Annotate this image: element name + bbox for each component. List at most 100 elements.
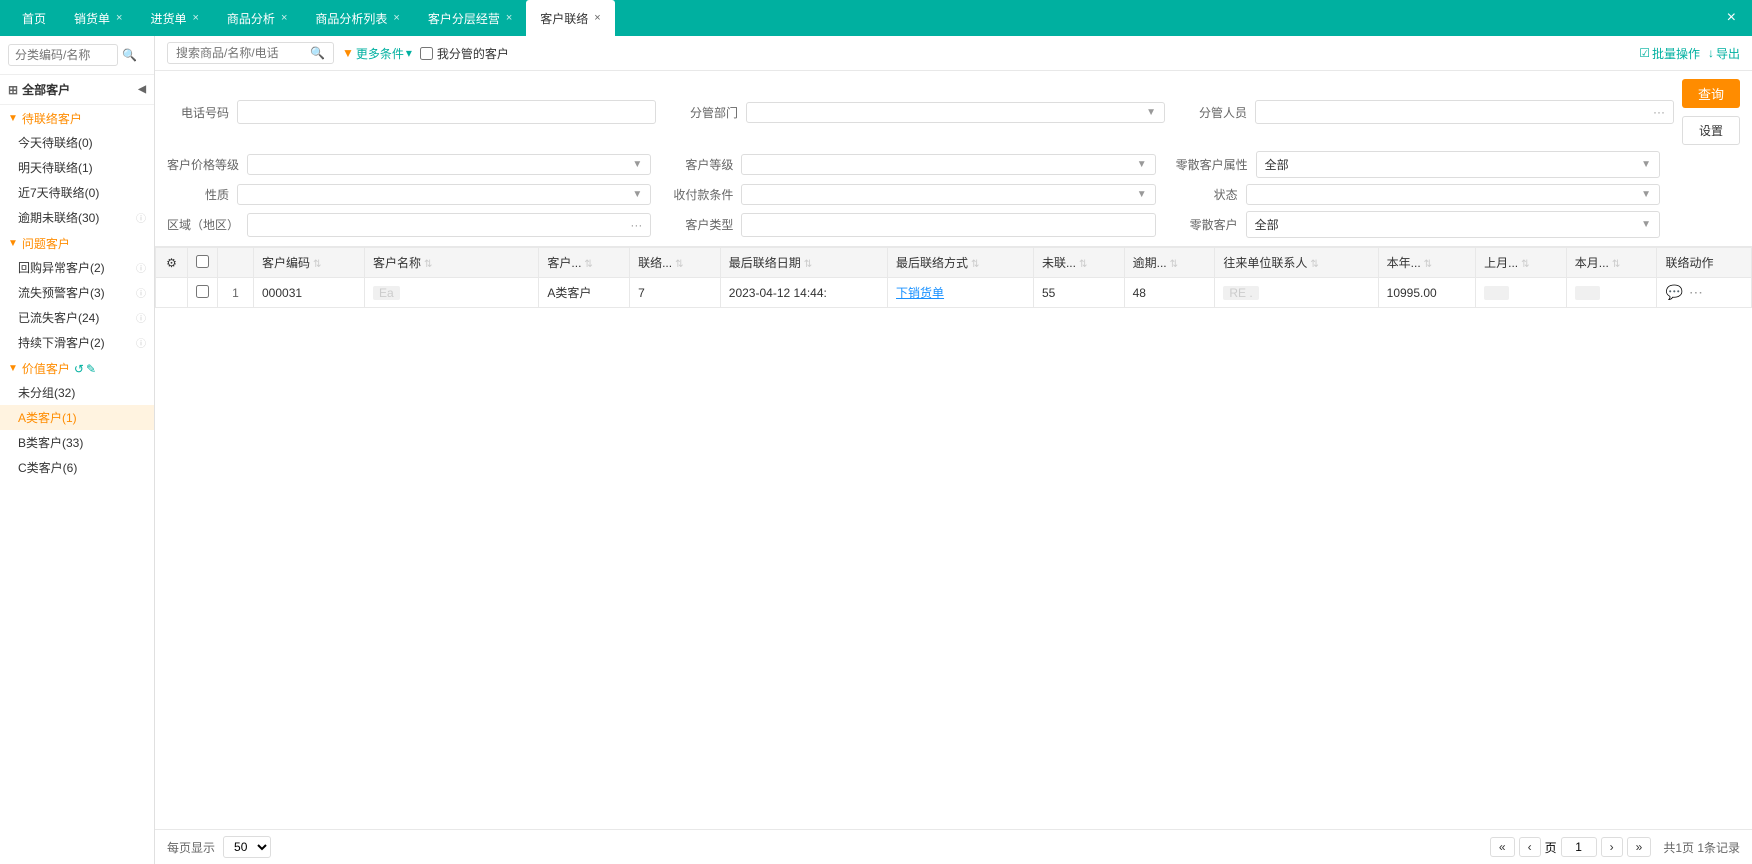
contact-icon[interactable]: 💬 xyxy=(1665,284,1682,301)
sidebar-item-b-class[interactable]: B类客户(33) xyxy=(0,430,154,455)
th-last-method[interactable]: 最后联络方式⇅ xyxy=(888,248,1034,278)
setting-btn[interactable]: 设置 xyxy=(1682,116,1740,145)
page-input[interactable] xyxy=(1561,837,1597,857)
th-this-month[interactable]: 本月...⇅ xyxy=(1566,248,1657,278)
sidebar-item-today[interactable]: 今天待联络(0) xyxy=(0,130,154,155)
sidebar-all-customers[interactable]: ⊞ 全部客户 ◀ xyxy=(0,75,154,105)
select-region[interactable]: ··· xyxy=(247,213,651,237)
sort-code[interactable]: ⇅ xyxy=(313,259,321,270)
select-status[interactable]: ▼ xyxy=(1246,184,1660,205)
last-page-btn[interactable]: » xyxy=(1627,837,1652,857)
th-gear[interactable]: ⚙ xyxy=(156,248,188,278)
th-type[interactable]: 客户...⇅ xyxy=(539,248,630,278)
row-checkbox[interactable] xyxy=(196,285,209,298)
select-scatter-attr[interactable]: 全部▼ xyxy=(1256,151,1660,178)
select-payment[interactable]: ▼ xyxy=(741,184,1155,205)
sidebar-item-churned[interactable]: 已流失客户(24) ⓘ xyxy=(0,305,154,330)
sidebar-item-repurchase[interactable]: 回购异常客户(2) ⓘ xyxy=(0,255,154,280)
adv-filter-panel: 电话号码 分管部门 ▼ 分管人员 ··· 查询 设置 xyxy=(155,71,1752,247)
edit-value-icon[interactable]: ✎ xyxy=(86,362,96,376)
sort-type[interactable]: ⇅ xyxy=(584,259,592,270)
input-cust-type[interactable] xyxy=(741,213,1155,237)
select-customer-level[interactable]: ▼ xyxy=(741,154,1155,175)
refresh-value-icon[interactable]: ↺ xyxy=(74,362,84,376)
first-page-btn[interactable]: « xyxy=(1490,837,1515,857)
sidebar-item-churn-warn[interactable]: 流失预警客户(3) ⓘ xyxy=(0,280,154,305)
nav-customer-tier[interactable]: 客户分层经营 × xyxy=(414,0,526,36)
th-no-contact[interactable]: 未联...⇅ xyxy=(1033,248,1124,278)
td-num: 1 xyxy=(218,278,254,308)
arrow-value: ▼ xyxy=(8,363,18,374)
query-btn[interactable]: 查询 xyxy=(1682,79,1740,108)
th-last-date[interactable]: 最后联络日期⇅ xyxy=(720,248,887,278)
select-price-level[interactable]: ▼ xyxy=(247,154,651,175)
close-goods-list[interactable]: × xyxy=(393,12,399,24)
th-unit-contact[interactable]: 往来单位联系人⇅ xyxy=(1215,248,1378,278)
close-customer-tier[interactable]: × xyxy=(506,12,512,24)
sort-last-date[interactable]: ⇅ xyxy=(804,259,812,270)
sort-no-contact[interactable]: ⇅ xyxy=(1079,259,1087,270)
td-name: Ea xyxy=(365,278,539,308)
nav-goods-list[interactable]: 商品分析列表 × xyxy=(301,0,413,36)
sidebar-item-a-class[interactable]: A类客户(1) xyxy=(0,405,154,430)
sort-contact[interactable]: ⇅ xyxy=(675,259,683,270)
close-purchase[interactable]: × xyxy=(192,12,198,24)
th-overdue[interactable]: 逾期...⇅ xyxy=(1124,248,1215,278)
sidebar-group-pending[interactable]: ▼ 待联络客户 xyxy=(0,105,154,130)
filter-icon: ▼ xyxy=(342,46,354,60)
export-btn[interactable]: ↓ 导出 xyxy=(1708,45,1740,62)
td-code: 000031 xyxy=(254,278,365,308)
sort-name[interactable]: ⇅ xyxy=(424,259,432,270)
sidebar-item-ungrouped[interactable]: 未分组(32) xyxy=(0,380,154,405)
sort-unit-contact[interactable]: ⇅ xyxy=(1310,259,1318,270)
more-action-icon[interactable]: ⋯ xyxy=(1689,284,1703,301)
select-dept[interactable]: ▼ xyxy=(746,102,1165,123)
pagination: « ‹ 页 › » 共1页 1条记录 xyxy=(1490,837,1740,857)
sort-this-year[interactable]: ⇅ xyxy=(1424,259,1432,270)
th-contact[interactable]: 联络...⇅ xyxy=(630,248,721,278)
field-payment: 收付款条件 ▼ xyxy=(671,184,1155,205)
sidebar-group-problem[interactable]: ▼ 问题客户 xyxy=(0,230,154,255)
sidebar-search-icon[interactable]: 🔍 xyxy=(122,48,137,62)
sidebar-group-value[interactable]: ▼ 价值客户 ↺ ✎ xyxy=(0,355,154,380)
sort-overdue[interactable]: ⇅ xyxy=(1170,259,1178,270)
field-customer-level: 客户等级 ▼ xyxy=(671,154,1155,175)
batch-op-btn[interactable]: ☑ 批量操作 xyxy=(1639,45,1700,62)
sidebar-item-declining[interactable]: 持续下滑客户(2) ⓘ xyxy=(0,330,154,355)
th-this-year[interactable]: 本年...⇅ xyxy=(1378,248,1475,278)
close-all-tabs[interactable]: × xyxy=(1719,9,1744,27)
sidebar-item-7days[interactable]: 近7天待联络(0) xyxy=(0,180,154,205)
th-last-month[interactable]: 上月...⇅ xyxy=(1476,248,1567,278)
filter-search-icon[interactable]: 🔍 xyxy=(310,46,325,60)
my-customers-checkbox[interactable] xyxy=(420,47,433,60)
collapse-icon[interactable]: ◀ xyxy=(138,84,146,95)
select-nature[interactable]: ▼ xyxy=(237,184,651,205)
close-sales[interactable]: × xyxy=(116,12,122,24)
th-name[interactable]: 客户名称⇅ xyxy=(365,248,539,278)
nav-home[interactable]: 首页 xyxy=(8,0,60,36)
sort-last-method[interactable]: ⇅ xyxy=(971,259,979,270)
sidebar-item-overdue[interactable]: 逾期未联络(30) ⓘ xyxy=(0,205,154,230)
filter-more-btn[interactable]: ▼ 更多条件 ▾ xyxy=(342,45,412,62)
page-size-select[interactable]: 50 xyxy=(223,836,271,858)
sidebar-search-input[interactable] xyxy=(8,44,118,66)
select-scatter[interactable]: 全部▼ xyxy=(1246,211,1660,238)
filter-search-input[interactable] xyxy=(176,46,306,60)
last-method-link[interactable]: 下销货单 xyxy=(896,286,944,300)
sidebar-item-c-class[interactable]: C类客户(6) xyxy=(0,455,154,480)
sort-last-month[interactable]: ⇅ xyxy=(1521,259,1529,270)
nav-sales[interactable]: 销货单 × xyxy=(60,0,136,36)
sort-this-month[interactable]: ⇅ xyxy=(1612,259,1620,270)
select-all-checkbox[interactable] xyxy=(196,255,209,268)
close-customer-contact[interactable]: × xyxy=(594,12,600,24)
sidebar-item-tomorrow[interactable]: 明天待联络(1) xyxy=(0,155,154,180)
nav-customer-contact[interactable]: 客户联络 × xyxy=(526,0,614,36)
nav-goods-analysis[interactable]: 商品分析 × xyxy=(213,0,301,36)
input-phone[interactable] xyxy=(237,100,656,124)
th-code[interactable]: 客户编码⇅ xyxy=(254,248,365,278)
nav-purchase[interactable]: 进货单 × xyxy=(136,0,212,36)
prev-page-btn[interactable]: ‹ xyxy=(1519,837,1541,857)
close-goods-analysis[interactable]: × xyxy=(281,12,287,24)
next-page-btn[interactable]: › xyxy=(1601,837,1623,857)
select-manager[interactable]: ··· xyxy=(1255,100,1674,124)
